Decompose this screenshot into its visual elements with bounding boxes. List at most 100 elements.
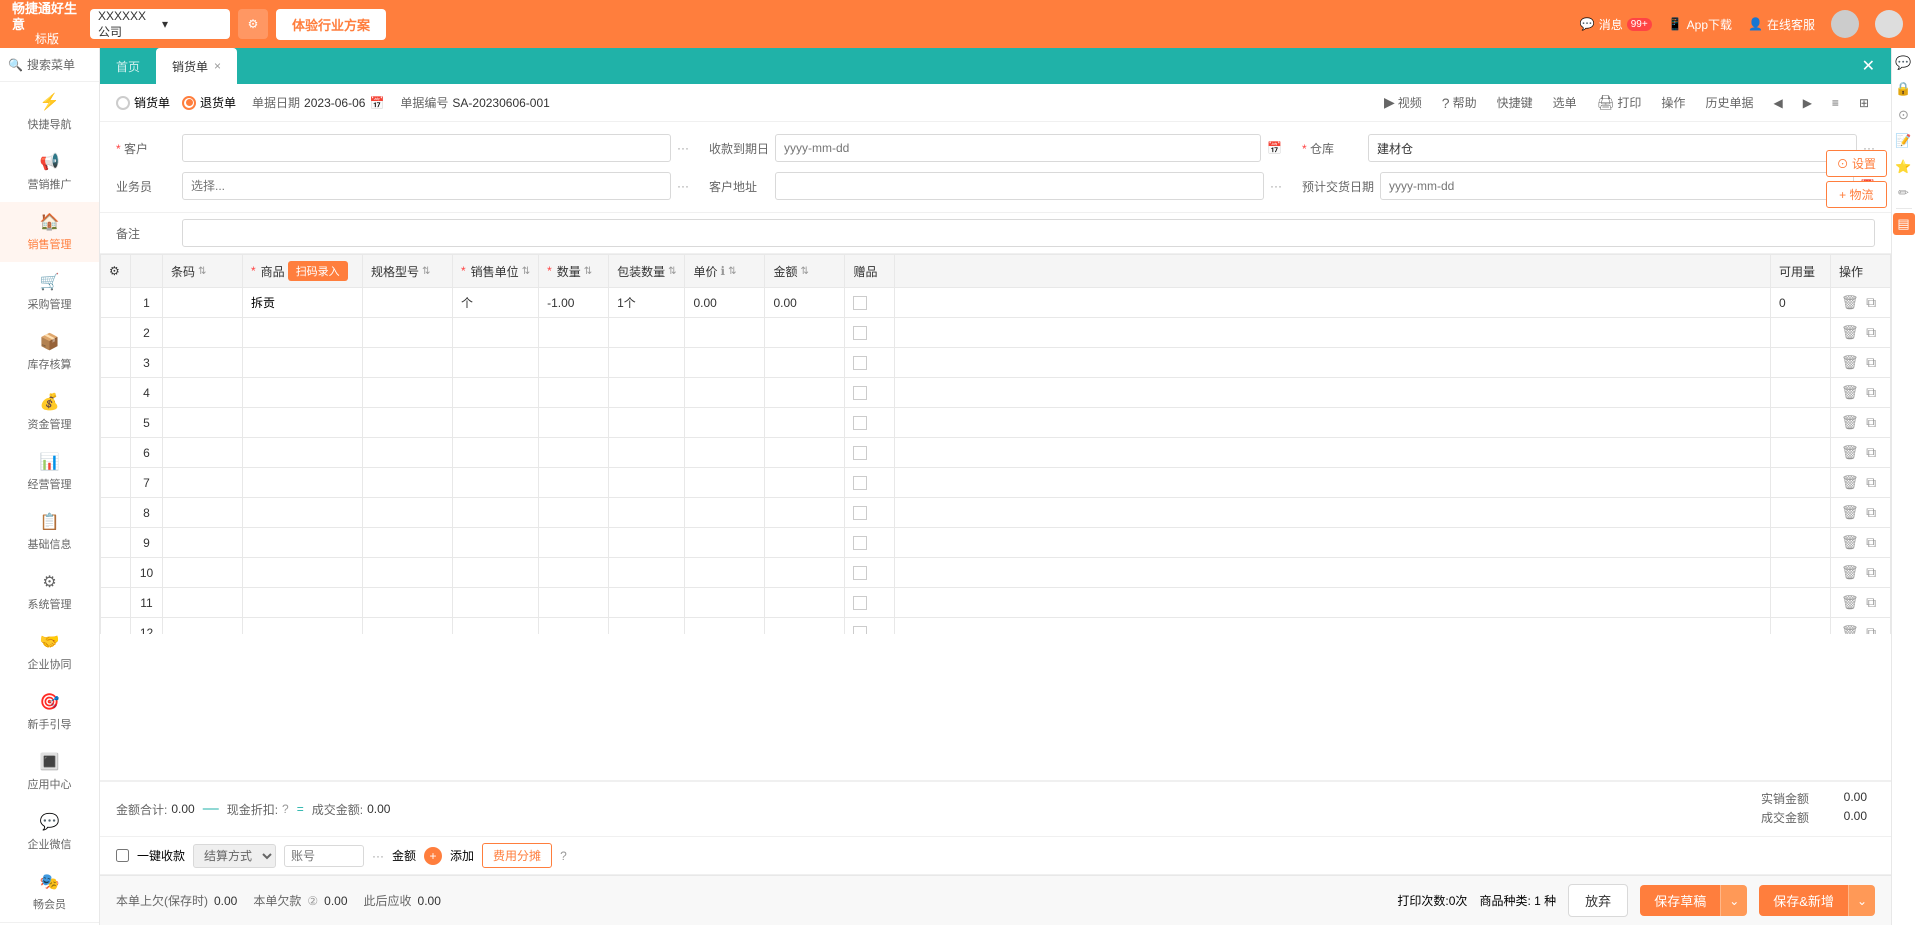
row-product[interactable] [243, 318, 363, 348]
row-spec[interactable] [363, 528, 453, 558]
row-spec[interactable] [363, 498, 453, 528]
customer-ellipsis-icon[interactable]: ··· [677, 141, 689, 155]
delete-row-icon[interactable]: 🗑 [1841, 384, 1859, 400]
row-product[interactable] [243, 558, 363, 588]
remarks-input[interactable] [182, 219, 1875, 247]
collection-date-input[interactable] [775, 134, 1261, 162]
row-price[interactable] [685, 558, 765, 588]
warehouse-input[interactable] [1368, 134, 1857, 162]
sidebar-item-sales[interactable]: 🏠 销售管理 [0, 202, 99, 262]
row-spec[interactable] [363, 558, 453, 588]
row-qty[interactable] [539, 348, 609, 378]
row-price[interactable] [685, 408, 765, 438]
row-gift[interactable] [845, 558, 895, 588]
row-unit[interactable] [453, 438, 539, 468]
row-gift[interactable] [845, 498, 895, 528]
copy-row-icon[interactable]: ⧉ [1866, 354, 1876, 370]
row-barcode[interactable] [163, 438, 243, 468]
sidebar-item-system[interactable]: ⚙ 系统管理 [0, 562, 99, 622]
delete-row-icon[interactable]: 🗑 [1841, 534, 1859, 550]
row-barcode[interactable] [163, 588, 243, 618]
copy-row-icon[interactable]: ⧉ [1866, 504, 1876, 520]
account-input[interactable] [284, 845, 364, 867]
delivery-date-input[interactable] [1380, 172, 1854, 200]
row-unit[interactable] [453, 468, 539, 498]
add-payment-button[interactable]: + [424, 847, 442, 865]
side-panel-doc-icon[interactable]: 📝 [1893, 130, 1915, 152]
row-price[interactable] [685, 378, 765, 408]
help-btn[interactable]: ? 帮助 [1436, 92, 1483, 113]
row-qty[interactable] [539, 438, 609, 468]
row-qty[interactable] [539, 408, 609, 438]
row-spec[interactable] [363, 408, 453, 438]
side-panel-star-icon[interactable]: ⭐ [1893, 156, 1915, 178]
sidebar-item-basics[interactable]: 📋 基础信息 [0, 502, 99, 562]
row-barcode[interactable] [163, 288, 243, 318]
collection-calendar-icon[interactable]: 📅 [1267, 141, 1282, 155]
row-gift[interactable] [845, 288, 895, 318]
row-price[interactable] [685, 618, 765, 635]
side-panel-edit-icon[interactable]: ✏ [1893, 182, 1915, 204]
delete-row-icon[interactable]: 🗑 [1841, 414, 1859, 430]
row-barcode[interactable] [163, 498, 243, 528]
row-barcode[interactable] [163, 408, 243, 438]
save-new-button[interactable]: 保存&新增 [1759, 885, 1848, 916]
row-spec[interactable] [363, 588, 453, 618]
row-qty[interactable] [539, 498, 609, 528]
row-unit[interactable] [453, 528, 539, 558]
app-download-button[interactable]: 📱 App下载 [1668, 16, 1732, 33]
sidebar-item-marketing[interactable]: 📢 营销推广 [0, 142, 99, 202]
delete-row-icon[interactable]: 🗑 [1841, 624, 1859, 634]
side-panel-circle-icon[interactable]: ⊙ [1893, 104, 1915, 126]
delete-row-icon[interactable]: 🗑 [1841, 594, 1859, 610]
payment-method-select[interactable]: 结算方式 [193, 844, 276, 868]
price-info-icon[interactable]: ℹ [721, 264, 726, 278]
radio-sale-order[interactable]: 销货单 [116, 94, 170, 111]
date-calendar-icon[interactable]: 📅 [369, 96, 384, 110]
settings-icon[interactable]: ⚙ [238, 9, 268, 39]
discard-button[interactable]: 放弃 [1568, 884, 1628, 917]
sidebar-item-member[interactable]: 🎭 畅会员 [0, 862, 99, 922]
prev-btn[interactable]: ◀ [1767, 94, 1788, 112]
row-spec[interactable] [363, 618, 453, 635]
row-spec[interactable] [363, 438, 453, 468]
online-service-button[interactable]: 👤 在线客服 [1748, 16, 1815, 33]
copy-row-icon[interactable]: ⧉ [1866, 384, 1876, 400]
row-product[interactable] [243, 468, 363, 498]
history-btn[interactable]: 历史单据 [1699, 92, 1759, 113]
row-spec[interactable] [363, 318, 453, 348]
sidebar-item-quick-nav[interactable]: ⚡ 快捷导航 [0, 82, 99, 142]
window-close-icon[interactable]: ✕ [1846, 56, 1891, 76]
side-panel-active-icon[interactable]: ▤ [1893, 213, 1915, 235]
row-barcode[interactable] [163, 528, 243, 558]
row-unit[interactable] [453, 318, 539, 348]
delete-row-icon[interactable]: 🗑 [1841, 564, 1859, 580]
row-product[interactable] [243, 498, 363, 528]
copy-row-icon[interactable]: ⧉ [1866, 534, 1876, 550]
row-product[interactable] [243, 438, 363, 468]
discount-info-icon[interactable]: ? [282, 802, 289, 816]
row-unit[interactable]: 个 [453, 288, 539, 318]
row-qty[interactable] [539, 468, 609, 498]
delete-row-icon[interactable]: 🗑 [1841, 354, 1859, 370]
salesperson-ellipsis-icon[interactable]: ··· [677, 179, 689, 193]
next-btn[interactable]: ▶ [1797, 94, 1818, 112]
shortcut-btn[interactable]: 快捷键 [1491, 92, 1539, 113]
row-unit[interactable] [453, 618, 539, 635]
row-qty[interactable] [539, 528, 609, 558]
side-panel-lock-icon[interactable]: 🔒 [1893, 78, 1915, 100]
row-price[interactable] [685, 528, 765, 558]
row-unit[interactable] [453, 408, 539, 438]
side-panel-chat-icon[interactable]: 💬 [1893, 52, 1915, 74]
save-new-dropdown[interactable]: ⌄ [1848, 885, 1875, 916]
account-ellipsis-icon[interactable]: ··· [372, 849, 384, 863]
row-product[interactable] [243, 348, 363, 378]
row-qty[interactable] [539, 378, 609, 408]
row-unit[interactable] [453, 588, 539, 618]
message-button[interactable]: 💬 消息 99+ [1580, 16, 1652, 33]
row-price[interactable] [685, 588, 765, 618]
copy-row-icon[interactable]: ⧉ [1866, 624, 1876, 634]
row-price[interactable] [685, 468, 765, 498]
total-owe-info-icon[interactable]: ② [307, 894, 318, 908]
logistics-panel-btn[interactable]: + 物流 [1826, 181, 1887, 208]
